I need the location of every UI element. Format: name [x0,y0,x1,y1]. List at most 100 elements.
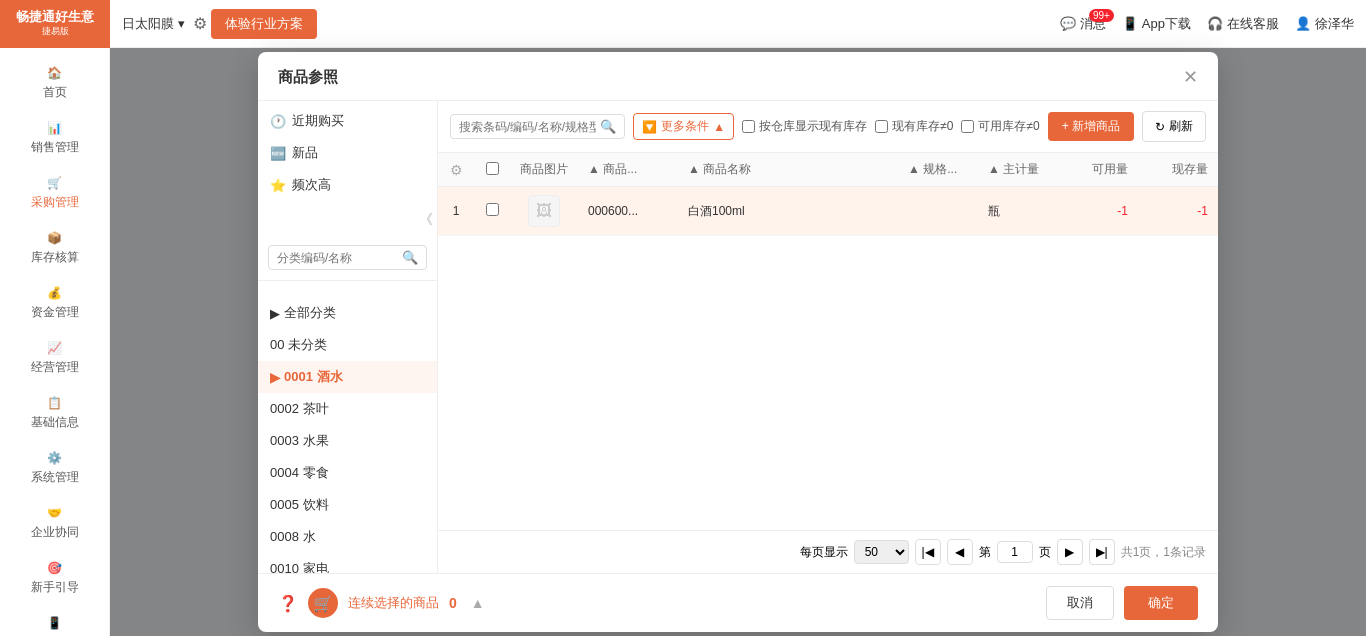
select-all-checkbox[interactable] [486,162,499,175]
pagination-bar: 每页显示 50 10 20 100 |◀ ◀ 第 页 [438,530,1218,573]
product-table-wrap: ⚙ 商品图片 [438,153,1218,530]
column-settings-icon[interactable]: ⚙ [450,162,463,178]
more-filter-button[interactable]: 🔽 更多条件 ▲ [633,113,734,140]
last-page-button[interactable]: ▶| [1089,539,1115,565]
cat-item-0010[interactable]: 0010 家电 [258,553,437,573]
page-unit: 页 [1039,544,1051,561]
modal-close-button[interactable]: ✕ [1183,66,1198,88]
mobile-icon: 📱 [1122,16,1138,31]
sidebar-item-basic[interactable]: 📋 基础信息 [0,386,109,441]
sidebar-label-ops: 经营管理 [31,359,79,376]
cat-item-0002[interactable]: 0002 茶叶 [258,393,437,425]
checkbox-available-nonzero-label[interactable]: 可用库存≠0 [961,118,1039,135]
footer-collapse-icon[interactable]: ▲ [471,595,485,611]
product-search-input[interactable] [459,120,596,134]
product-code-value: 000600... [588,204,638,218]
sidebar-item-ops[interactable]: 📈 经营管理 [0,331,109,386]
page-size-select[interactable]: 50 10 20 100 [854,540,909,564]
cat-label-0005: 0005 饮料 [270,496,329,514]
row-num: 1 [438,187,474,236]
th-code[interactable]: ▲ 商品... [578,153,678,187]
cat-label-0004: 0004 零食 [270,464,329,482]
message-nav-item[interactable]: 💬 消息 99+ [1060,15,1106,33]
user-name: 徐泽华 [1315,15,1354,33]
category-search-box[interactable]: 🔍 [268,245,427,270]
quick-cat-new[interactable]: 🆕 新品 [258,137,437,169]
modal-product-ref: 商品参照 ✕ 🕐 近期购买 🆕 [258,52,1218,632]
quick-cat-frequent[interactable]: ⭐ 频次高 [258,169,437,201]
checkbox-stock-nonzero[interactable] [875,120,888,133]
th-name[interactable]: ▲ 商品名称 [678,153,898,187]
quick-cat-recent[interactable]: 🕐 近期购买 [258,105,437,137]
ops-icon: 📈 [47,341,62,355]
sidebar-item-collab[interactable]: 🤝 企业协同 [0,496,109,551]
checkbox-warehouse-label[interactable]: 按仓库显示现有库存 [742,118,867,135]
modal-overlay: 商品参照 ✕ 🕐 近期购买 🆕 [110,48,1366,636]
user-nav-item[interactable]: 👤 徐泽华 [1295,15,1354,33]
cat-label-0003: 0003 水果 [270,432,329,450]
confirm-button[interactable]: 确定 [1124,586,1198,620]
row-stock: -1 [1138,187,1218,236]
sidebar-item-finance[interactable]: 💰 资金管理 [0,276,109,331]
guide-icon: 🎯 [47,561,62,575]
message-icon: 💬 [1060,16,1076,31]
cat-item-all[interactable]: ▶ 全部分类 [258,297,437,329]
row-unit: 瓶 [978,187,1058,236]
th-spec[interactable]: ▲ 规格... [898,153,978,187]
collab-icon: 🤝 [47,506,62,520]
top-nav: 畅捷通好生意 捷易版 日太阳膜 ▾ ⚙ 体验行业方案 💬 消息 99+ 📱 Ap… [0,0,1366,48]
product-panel: 🔍 🔽 更多条件 ▲ 按仓库显示现有库存 [438,101,1218,573]
th-stock-label: 现存量 [1172,162,1208,176]
sidebar-item-inventory[interactable]: 📦 库存核算 [0,221,109,276]
sidebar-item-guide[interactable]: 🎯 新手引导 [0,551,109,606]
th-gear: ⚙ [438,153,474,187]
logo-text: 畅捷通好生意 [16,9,94,25]
store-selector[interactable]: 日太阳膜 ▾ [122,15,185,33]
gear-icon[interactable]: ⚙ [193,14,207,33]
row-check[interactable] [474,187,510,236]
product-search-box[interactable]: 🔍 [450,114,625,139]
collapse-panel-button[interactable]: 《 [258,205,437,235]
first-page-button[interactable]: |◀ [915,539,941,565]
cat-item-0004[interactable]: 0004 零食 [258,457,437,489]
checkbox-stock-nonzero-label[interactable]: 现有库存≠0 [875,118,953,135]
prev-page-button[interactable]: ◀ [947,539,973,565]
content-area: 商品参照 ✕ 🕐 近期购买 🆕 [110,48,1366,636]
cancel-button[interactable]: 取消 [1046,586,1114,620]
online-service-nav-item[interactable]: 🎧 在线客服 [1207,15,1279,33]
checkbox-warehouse[interactable] [742,120,755,133]
modal-body: 🕐 近期购买 🆕 新品 ⭐ 频次高 [258,101,1218,573]
page-number-input[interactable] [997,541,1033,563]
product-stock-value: -1 [1197,204,1208,218]
app-download-nav-item[interactable]: 📱 App下载 [1122,15,1191,33]
product-table: ⚙ 商品图片 [438,153,1218,236]
checkbox-available-nonzero[interactable] [961,120,974,133]
refresh-button[interactable]: ↻ 刷新 [1142,111,1206,142]
th-unit[interactable]: ▲ 主计量 [978,153,1058,187]
cat-item-0003[interactable]: 0003 水果 [258,425,437,457]
next-page-button[interactable]: ▶ [1057,539,1083,565]
experience-btn[interactable]: 体验行业方案 [211,9,317,39]
sidebar-item-purchase[interactable]: 🛒 采购管理 [0,166,109,221]
sidebar-item-system[interactable]: ⚙️ 系统管理 [0,441,109,496]
cat-item-00[interactable]: 00 未分类 [258,329,437,361]
th-spec-label: ▲ 规格... [908,162,957,176]
search-icon: 🔍 [402,250,418,265]
product-image-placeholder: 🖼 [528,195,560,227]
sidebar-item-sales[interactable]: 📊 销售管理 [0,111,109,166]
cat-item-0008[interactable]: 0008 水 [258,521,437,553]
row-code: 000600... [578,187,678,236]
sidebar-item-apps[interactable]: 📱 应用中心 [0,606,109,636]
add-product-button[interactable]: + 新增商品 [1048,112,1134,141]
category-search-input[interactable] [277,251,398,265]
checkbox-stock-nonzero-text: 现有库存≠0 [892,118,953,135]
cart-button[interactable]: 🛒 [308,588,338,618]
row-checkbox[interactable] [486,203,499,216]
apps-icon: 📱 [47,616,62,630]
help-icon[interactable]: ❓ [278,594,298,613]
table-row[interactable]: 1 🖼 000600... [438,187,1218,236]
filter-icon: 🔽 [642,120,657,134]
cat-item-0005[interactable]: 0005 饮料 [258,489,437,521]
sidebar-item-home[interactable]: 🏠 首页 [0,56,109,111]
cat-item-0001[interactable]: ▶ 0001 酒水 [258,361,437,393]
